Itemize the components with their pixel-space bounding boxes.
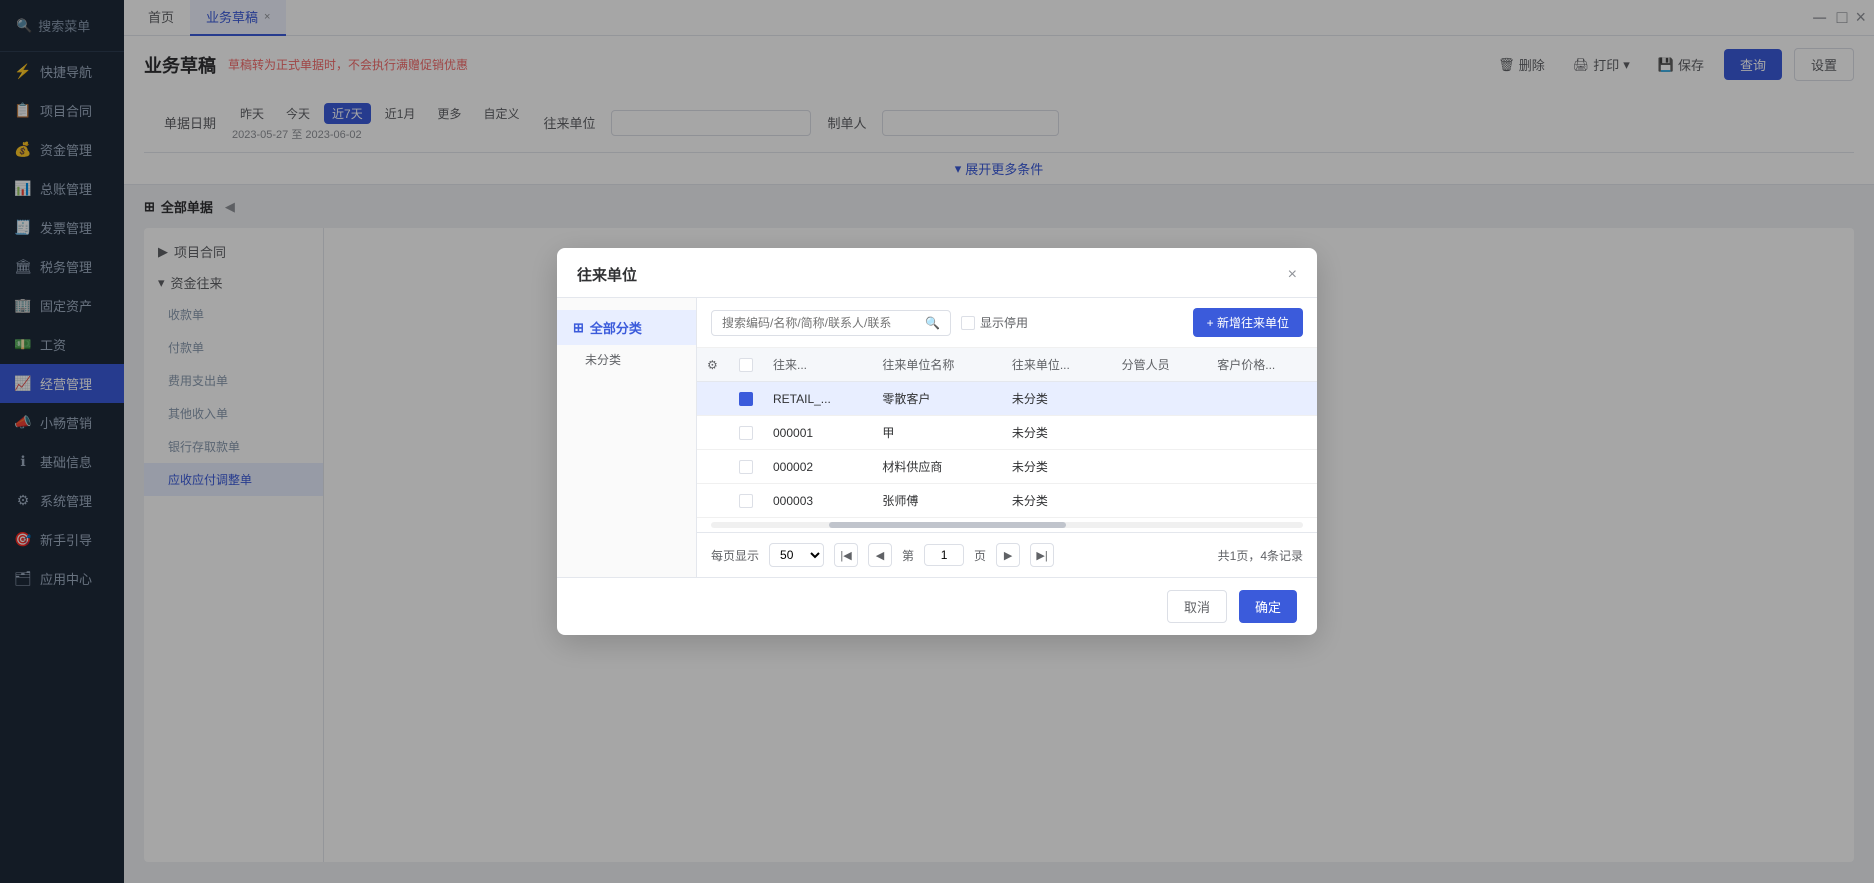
table-row[interactable]: 000002 材料供应商 未分类 [697,450,1317,484]
table-row[interactable]: 000003 张师傅 未分类 [697,484,1317,518]
modal-sidebar-all[interactable]: ⊞ 全部分类 [557,310,696,345]
counterpart-table: ⚙ 往来... 往来单位名称 往来单位... 分管人员 客户价格... [697,348,1317,518]
row-code: RETAIL_... [763,382,872,416]
modal-toolbar: 🔍 显示停用 + 新增往来单位 [697,298,1317,348]
row-code: 000003 [763,484,872,518]
modal-body: ⊞ 全部分类 未分类 🔍 显示停用 + 新增往来单位 [557,298,1317,577]
row-price [1207,382,1317,416]
modal-footer: 取消 确定 [557,577,1317,635]
col-checkbox[interactable] [729,348,763,382]
row-checkbox[interactable] [729,416,763,450]
col-manager[interactable]: 分管人员 [1112,348,1208,382]
modal-search-wrapper: 🔍 [711,310,951,336]
first-page-button[interactable]: |◀ [834,543,858,567]
modal-search-input[interactable] [722,316,919,330]
col-category[interactable]: 往来单位... [1002,348,1112,382]
modal-table: ⚙ 往来... 往来单位名称 往来单位... 分管人员 客户价格... [697,348,1317,518]
row-manager [1112,382,1208,416]
row-price [1207,484,1317,518]
show-disabled-label: 显示停用 [980,314,1028,331]
table-row[interactable]: 000001 甲 未分类 [697,416,1317,450]
col-code[interactable]: 往来... [763,348,872,382]
row-name: 材料供应商 [872,450,1001,484]
modal-title: 往来单位 [577,264,637,285]
row-name: 甲 [872,416,1001,450]
horizontal-scrollbar[interactable] [711,522,1303,528]
prev-page-button[interactable]: ◀ [868,543,892,567]
page-suffix: 页 [974,547,986,564]
modal-search-icon: 🔍 [925,316,940,330]
col-name[interactable]: 往来单位名称 [872,348,1001,382]
scrollbar-thumb[interactable] [829,522,1066,528]
row-manager [1112,484,1208,518]
add-counterpart-button[interactable]: + 新增往来单位 [1193,308,1303,337]
grid-icon-modal: ⊞ [573,320,584,336]
next-page-button[interactable]: ▶ [996,543,1020,567]
counterpart-modal: 往来单位 × ⊞ 全部分类 未分类 🔍 [557,248,1317,635]
cancel-button[interactable]: 取消 [1167,590,1227,623]
row-manager [1112,416,1208,450]
last-page-button[interactable]: ▶| [1030,543,1054,567]
show-disabled-checkbox[interactable] [961,316,975,330]
modal-header: 往来单位 × [557,248,1317,298]
modal-sidebar: ⊞ 全部分类 未分类 [557,298,697,577]
row-category: 未分类 [1002,484,1112,518]
table-row[interactable]: RETAIL_... 零散客户 未分类 [697,382,1317,416]
row-code: 000002 [763,450,872,484]
row-settings [697,416,729,450]
page-label: 第 [902,547,914,564]
row-price [1207,450,1317,484]
col-price[interactable]: 客户价格... [1207,348,1317,382]
row-settings [697,450,729,484]
row-category: 未分类 [1002,382,1112,416]
row-category: 未分类 [1002,450,1112,484]
row-checkbox[interactable] [729,382,763,416]
row-name: 零散客户 [872,382,1001,416]
row-price [1207,416,1317,450]
page-number-input[interactable] [924,544,964,566]
row-settings [697,484,729,518]
row-name: 张师傅 [872,484,1001,518]
modal-pagination: 每页显示 50 10 20 100 |◀ ◀ 第 页 ▶ ▶| 共1页，4条记录 [697,532,1317,577]
modal-content: 🔍 显示停用 + 新增往来单位 ⚙ [697,298,1317,577]
modal-close-button[interactable]: × [1288,266,1297,284]
row-category: 未分类 [1002,416,1112,450]
modal-backdrop[interactable]: 往来单位 × ⊞ 全部分类 未分类 🔍 [0,0,1874,883]
confirm-button[interactable]: 确定 [1239,590,1297,623]
row-checkbox[interactable] [729,484,763,518]
modal-sidebar-all-label: 全部分类 [590,318,642,337]
row-manager [1112,450,1208,484]
total-info: 共1页，4条记录 [1218,547,1303,564]
row-code: 000001 [763,416,872,450]
per-page-select[interactable]: 50 10 20 100 [769,543,824,567]
col-settings[interactable]: ⚙ [697,348,729,382]
modal-sidebar-uncategorized[interactable]: 未分类 [557,345,696,374]
row-settings [697,382,729,416]
table-header: ⚙ 往来... 往来单位名称 往来单位... 分管人员 客户价格... [697,348,1317,382]
table-body: RETAIL_... 零散客户 未分类 000001 甲 [697,382,1317,518]
per-page-label: 每页显示 [711,547,759,564]
row-checkbox[interactable] [729,450,763,484]
show-disabled-wrapper[interactable]: 显示停用 [961,314,1028,331]
